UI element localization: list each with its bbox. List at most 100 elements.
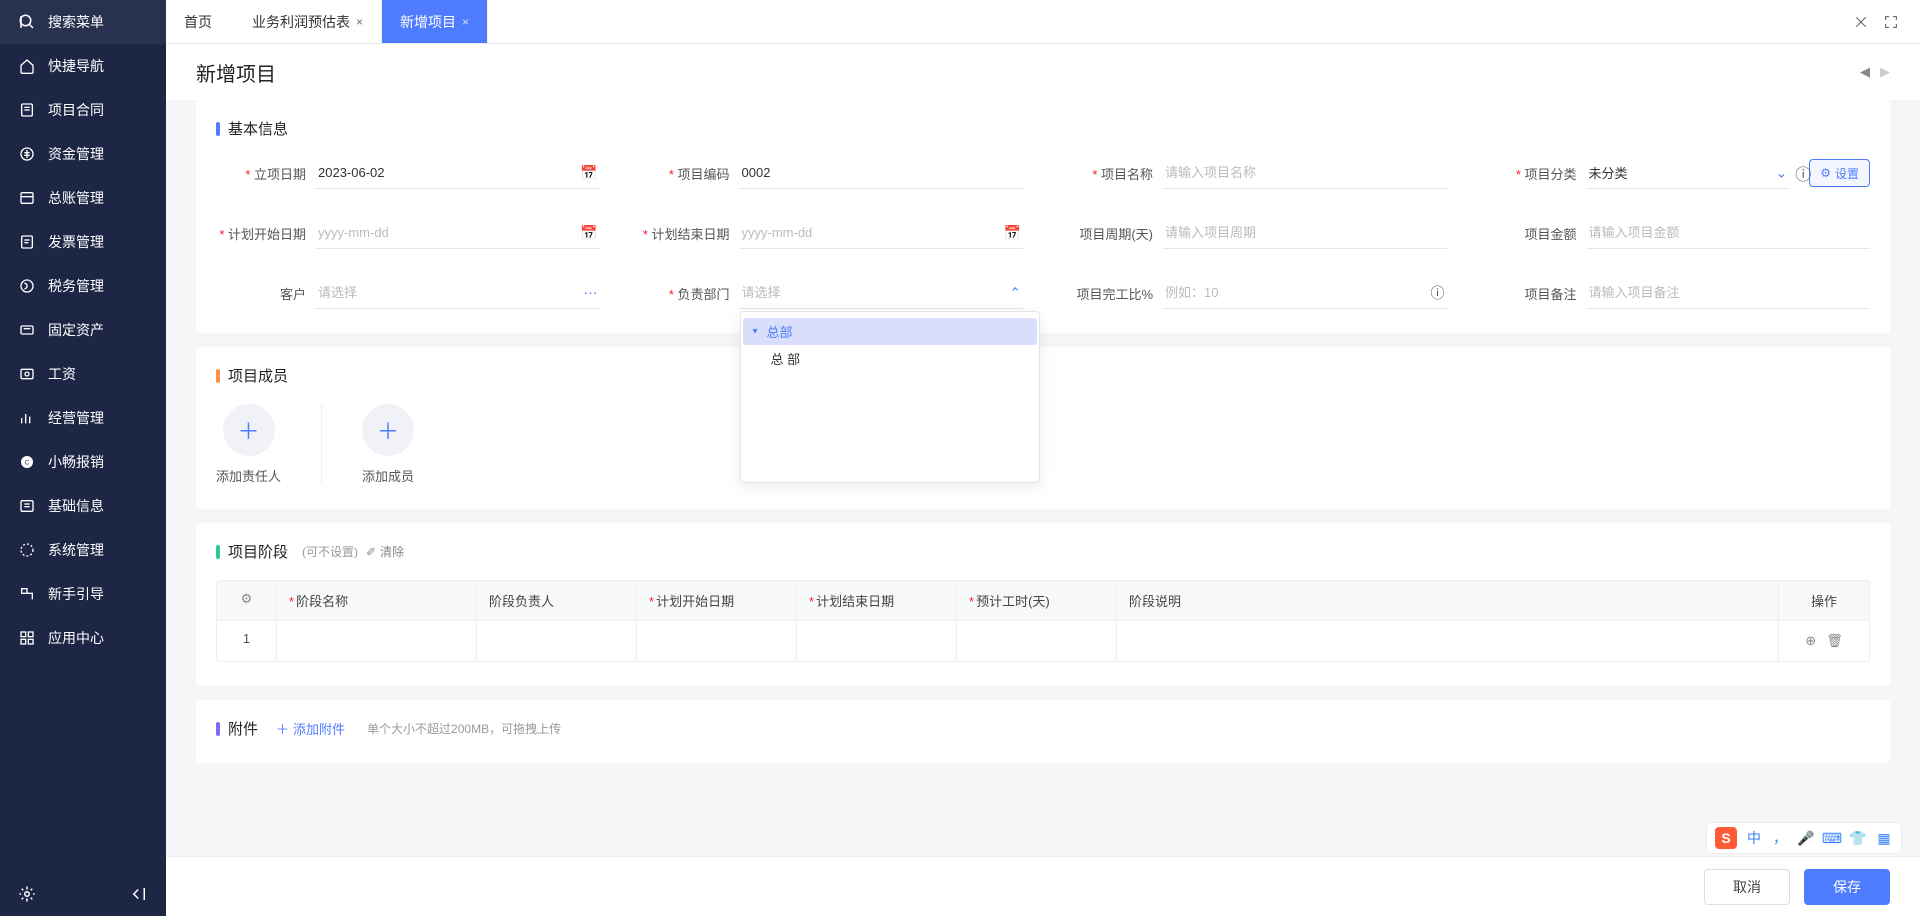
period-input[interactable]	[1163, 217, 1447, 249]
section-label: 基本信息	[228, 118, 288, 139]
attach-note: 单个大小不超过200MB，可拖拽上传	[367, 720, 561, 737]
settings-icon[interactable]	[18, 885, 36, 903]
sidebar-search-label: 搜索菜单	[48, 12, 104, 32]
section-label: 附件	[228, 718, 258, 739]
clear-button[interactable]: ✐清除	[366, 543, 404, 560]
prev-icon[interactable]: ◀	[1860, 64, 1870, 80]
sidebar-item-nav[interactable]: 快捷导航	[0, 44, 166, 88]
ledger-icon	[18, 189, 36, 207]
sidebar-item-ledger[interactable]: 总账管理	[0, 176, 166, 220]
row-number: 1	[217, 621, 277, 661]
add-attachment-button[interactable]: ＋添加附件	[276, 719, 345, 738]
ime-grid-icon[interactable]: ▦	[1875, 829, 1893, 847]
fullscreen-icon[interactable]	[1880, 11, 1902, 33]
add-row-icon[interactable]: ⊕	[1805, 633, 1816, 649]
section-title-basic: 基本信息	[216, 118, 1870, 139]
close-icon[interactable]: ×	[462, 15, 469, 29]
plus-icon: ＋	[276, 719, 289, 738]
help-icon[interactable]: ⓘ	[1431, 283, 1445, 303]
cell-end[interactable]	[797, 621, 957, 661]
settings-button[interactable]: ⚙设置	[1809, 159, 1870, 187]
category-select[interactable]	[1587, 157, 1790, 189]
sidebar-item-contract[interactable]: 项目合同	[0, 88, 166, 132]
sidebar-item-guide[interactable]: 新手引导	[0, 572, 166, 616]
add-owner: ＋ 添加责任人	[216, 404, 281, 485]
sidebar-item-asset[interactable]: 固定资产	[0, 308, 166, 352]
next-icon[interactable]: ▶	[1880, 64, 1890, 80]
sidebar-search[interactable]: 搜索菜单	[0, 0, 166, 44]
complete-input[interactable]	[1163, 277, 1447, 309]
section-title-attach: 附件 ＋添加附件 单个大小不超过200MB，可拖拽上传	[216, 718, 1870, 739]
add-owner-button[interactable]: ＋	[223, 404, 275, 456]
sidebar-item-fund[interactable]: 资金管理	[0, 132, 166, 176]
close-window-icon[interactable]	[1850, 11, 1872, 33]
field-complete: 项目完工比% ⓘ	[1063, 277, 1447, 309]
page-header-nav: ◀ ▶	[1860, 64, 1890, 80]
plan-end-input[interactable]	[740, 217, 1024, 249]
name-input[interactable]	[1163, 157, 1447, 189]
field-label: 计划开始日期	[216, 224, 306, 243]
sidebar-item-label: 固定资产	[48, 320, 104, 340]
cell-name[interactable]	[277, 621, 477, 661]
help-icon[interactable]: ⓘ	[1795, 161, 1811, 185]
eraser-icon: ✐	[366, 545, 376, 559]
dept-dropdown: ▾总部 总 部	[740, 311, 1040, 483]
th-name: 阶段名称	[277, 581, 477, 620]
home-icon	[18, 57, 36, 75]
remark-input[interactable]	[1587, 277, 1871, 309]
close-icon[interactable]: ×	[356, 15, 363, 29]
topbar: 首页 业务利润预估表× 新增项目×	[166, 0, 1920, 44]
ime-lang[interactable]: 中	[1745, 829, 1763, 847]
sidebar-item-tax[interactable]: 税务管理	[0, 264, 166, 308]
field-label: 项目名称	[1063, 164, 1153, 183]
save-button[interactable]: 保存	[1804, 869, 1890, 905]
section-title-members: 项目成员	[216, 365, 1870, 386]
sidebar-item-reimburse[interactable]: C小畅报销	[0, 440, 166, 484]
field-period: 项目周期(天)	[1063, 217, 1447, 249]
add-member-button[interactable]: ＋	[362, 404, 414, 456]
field-plan-end: 计划结束日期 📅	[640, 217, 1024, 249]
code-input[interactable]	[740, 157, 1024, 189]
ime-toolbar: S 中 ， 🎤 ⌨ 👕 ▦	[1706, 822, 1902, 854]
collapse-icon[interactable]	[130, 885, 148, 903]
th-gear[interactable]: ⚙	[217, 581, 277, 620]
cell-start[interactable]	[637, 621, 797, 661]
title-bar-icon	[216, 722, 220, 736]
plan-start-input[interactable]	[316, 217, 600, 249]
cell-hours[interactable]	[957, 621, 1117, 661]
tab-home[interactable]: 首页	[166, 0, 234, 43]
cell-owner[interactable]	[477, 621, 637, 661]
ime-keyboard-icon[interactable]: ⌨	[1823, 829, 1841, 847]
sidebar-item-basic[interactable]: 基础信息	[0, 484, 166, 528]
divider	[321, 404, 322, 485]
sidebar-item-apps[interactable]: 应用中心	[0, 616, 166, 660]
ime-punct[interactable]: ，	[1771, 829, 1789, 847]
field-label: 客户	[216, 284, 306, 303]
customer-select[interactable]	[316, 277, 600, 309]
dropdown-item-root[interactable]: ▾总部	[743, 318, 1037, 345]
stage-header: ⚙ 阶段名称 阶段负责人 计划开始日期 计划结束日期 预计工时(天) 阶段说明 …	[217, 581, 1869, 621]
section-label: 项目成员	[228, 365, 288, 386]
ime-skin-icon[interactable]: 👕	[1849, 829, 1867, 847]
sidebar-item-invoice[interactable]: 发票管理	[0, 220, 166, 264]
create-date-input[interactable]	[316, 157, 600, 189]
dropdown-item-child[interactable]: 总 部	[743, 345, 1037, 372]
content: 基本信息 立项日期 📅 项目编码 项目名称 项目分类 ⌄ⓘ	[166, 100, 1920, 856]
field-label: 负责部门	[640, 284, 730, 303]
sidebar-item-business[interactable]: 经营管理	[0, 396, 166, 440]
tab-new-project[interactable]: 新增项目×	[382, 0, 488, 43]
amount-input[interactable]	[1587, 217, 1871, 249]
field-label: 项目完工比%	[1063, 284, 1153, 303]
cell-desc[interactable]	[1117, 621, 1779, 661]
dept-select[interactable]	[740, 277, 1024, 309]
system-icon	[18, 541, 36, 559]
ime-mic-icon[interactable]: 🎤	[1797, 829, 1815, 847]
cancel-button[interactable]: 取消	[1704, 869, 1790, 905]
sidebar-item-label: 系统管理	[48, 540, 104, 560]
tab-profit[interactable]: 业务利润预估表×	[234, 0, 382, 43]
sidebar-item-salary[interactable]: 工资	[0, 352, 166, 396]
sidebar-item-system[interactable]: 系统管理	[0, 528, 166, 572]
ime-logo-icon[interactable]: S	[1715, 827, 1737, 849]
field-amount: 项目金额	[1487, 217, 1871, 249]
delete-row-icon[interactable]: 🗑	[1826, 633, 1843, 649]
